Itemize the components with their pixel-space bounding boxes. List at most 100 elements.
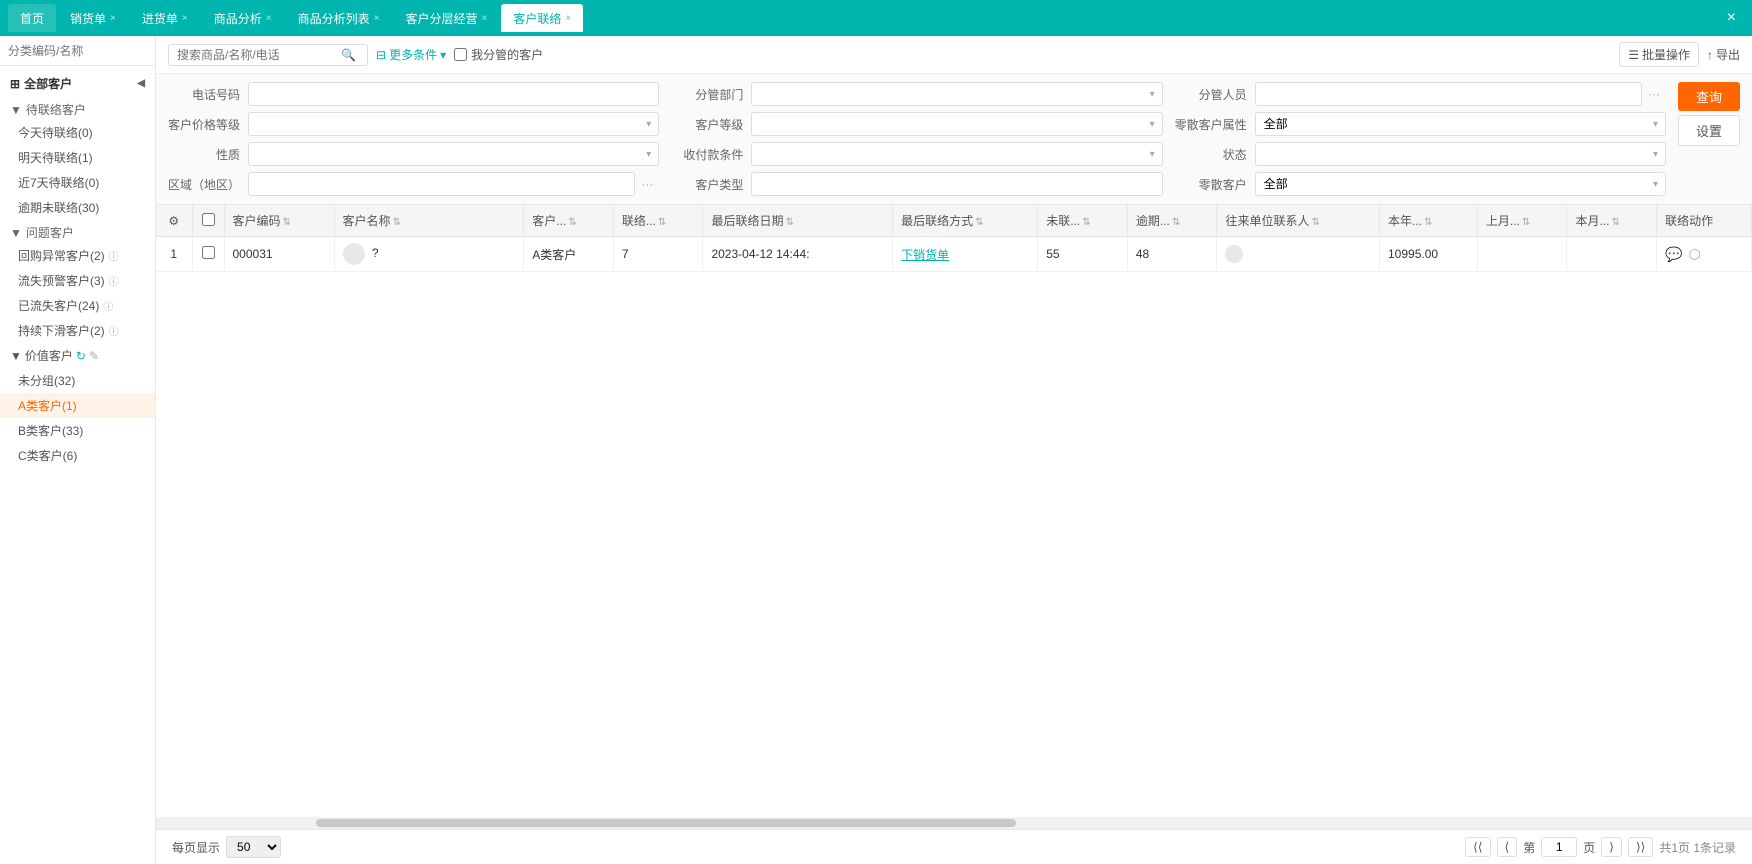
tab-customer-contact-close[interactable]: ×	[565, 13, 571, 24]
status-select[interactable]	[1255, 142, 1666, 166]
row-type: A类客户	[524, 237, 614, 272]
sort-not-contacted[interactable]: ⇅	[1082, 217, 1090, 228]
next-page-button[interactable]: ⟩	[1601, 837, 1622, 857]
table-header-gear[interactable]: ⚙	[156, 205, 192, 237]
window-close-button[interactable]: ×	[1719, 9, 1744, 27]
row-company-contact	[1217, 237, 1380, 272]
tab-sales-close[interactable]: ×	[110, 13, 116, 24]
person-input[interactable]	[1255, 82, 1642, 106]
filter-search-input[interactable]	[177, 48, 337, 62]
tab-home[interactable]: 首页	[8, 4, 56, 32]
tab-goods-list-close[interactable]: ×	[374, 13, 380, 24]
person-dots-icon[interactable]: ···	[1642, 87, 1666, 101]
sidebar-item-churned[interactable]: 已流失客户(24) ⓘ	[0, 293, 155, 318]
sort-contact-count[interactable]: ⇅	[658, 217, 666, 228]
sidebar-item-tomorrow-pending[interactable]: 明天待联络(1)	[0, 145, 155, 170]
row-code: 000031	[224, 237, 334, 272]
nature-select[interactable]	[248, 142, 659, 166]
select-all-checkbox[interactable]	[202, 213, 215, 226]
retail-attr-select[interactable]: 全部	[1255, 112, 1666, 136]
sort-current-year[interactable]: ⇅	[1424, 217, 1432, 228]
sidebar-item-c-class[interactable]: C类客户(6)	[0, 443, 155, 468]
my-customers-filter[interactable]: 我分管的客户	[454, 46, 543, 63]
sidebar-item-a-class[interactable]: A类客户(1)	[0, 393, 155, 418]
collapse-icon: ◀	[137, 78, 145, 89]
sort-code[interactable]: ⇅	[283, 217, 291, 228]
first-page-button[interactable]: ⟨⟨	[1465, 837, 1490, 857]
sort-last-method[interactable]: ⇅	[975, 217, 983, 228]
sidebar-item-b-class[interactable]: B类客户(33)	[0, 418, 155, 443]
my-customers-checkbox[interactable]	[454, 48, 467, 61]
retail-customer-select[interactable]: 全部	[1255, 172, 1666, 196]
last-method-link[interactable]: 下销货单	[901, 248, 949, 262]
edit-icon[interactable]: ✎	[89, 349, 99, 363]
sidebar-search-bar: 🔍	[0, 36, 155, 66]
value-customers-group: ▼ 价值客户 ↻ ✎	[0, 343, 155, 368]
tab-customer-contact[interactable]: 客户联络 ×	[501, 4, 583, 32]
phone-label: 电话号码	[168, 86, 248, 103]
export-button[interactable]: ↑ 导出	[1707, 46, 1740, 63]
sort-company-contact[interactable]: ⇅	[1311, 217, 1319, 228]
payment-select[interactable]	[751, 142, 1162, 166]
tab-customer-tier[interactable]: 客户分层经营 ×	[393, 4, 499, 32]
sort-last-month[interactable]: ⇅	[1522, 217, 1530, 228]
tab-goods-analysis[interactable]: 商品分析 ×	[202, 4, 284, 32]
payment-label: 收付款条件	[671, 146, 751, 163]
row-name: ?	[334, 237, 524, 272]
sort-type[interactable]: ⇅	[568, 217, 576, 228]
refresh-icon[interactable]: ↻	[76, 349, 86, 363]
table-header-type: 客户...⇅	[524, 205, 614, 237]
per-page-select[interactable]: 50 20 100	[226, 836, 281, 858]
sort-name[interactable]: ⇅	[393, 217, 401, 228]
table-header-checkbox[interactable]	[192, 205, 224, 237]
table-header-current-year: 本年...⇅	[1380, 205, 1478, 237]
sidebar-all-customers-header[interactable]: ⊞ 全部客户 ◀	[0, 70, 155, 97]
sort-overdue[interactable]: ⇅	[1172, 217, 1180, 228]
filter-more-conditions[interactable]: ⊟ 更多条件 ▾	[376, 46, 446, 63]
sidebar-search-input[interactable]	[8, 44, 156, 58]
filter-search-icon[interactable]: 🔍	[341, 48, 356, 62]
settings-button[interactable]: 设置	[1678, 115, 1740, 146]
sidebar-item-declining[interactable]: 持续下滑客户(2) ⓘ	[0, 318, 155, 343]
sidebar-item-today-pending[interactable]: 今天待联络(0)	[0, 120, 155, 145]
phone-input[interactable]	[248, 82, 659, 106]
connect-action-icon[interactable]: ⬡	[1689, 246, 1701, 263]
region-dots-icon[interactable]: ···	[635, 177, 659, 191]
filter-field-customer-level: 客户等级 ▾	[671, 112, 1162, 136]
last-page-button[interactable]: ⟩⟩	[1628, 837, 1653, 857]
page-number-input[interactable]	[1541, 837, 1577, 857]
tab-purchase-close[interactable]: ×	[182, 13, 188, 24]
tab-goods-list[interactable]: 商品分析列表 ×	[286, 4, 392, 32]
info-icon-1: ⓘ	[109, 248, 119, 263]
sidebar-item-ungrouped[interactable]: 未分组(32)	[0, 368, 155, 393]
table-header-contact-count: 联络...⇅	[613, 205, 703, 237]
sidebar-item-repurchase-abnormal[interactable]: 回购异常客户(2) ⓘ	[0, 243, 155, 268]
sidebar-item-overdue-pending[interactable]: 逾期未联络(30)	[0, 195, 155, 220]
batch-operation-button[interactable]: ☰ 批量操作	[1619, 42, 1699, 67]
tab-purchase[interactable]: 进货单 ×	[130, 4, 200, 32]
sort-this-month[interactable]: ⇅	[1611, 217, 1619, 228]
total-records: 共1页 1条记录	[1659, 839, 1736, 856]
region-input[interactable]	[248, 172, 635, 196]
filter-search-box: 🔍	[168, 44, 368, 66]
customer-level-label: 客户等级	[671, 116, 751, 133]
tab-goods-analysis-close[interactable]: ×	[266, 13, 272, 24]
filter-field-person: 分管人员 ···	[1175, 82, 1666, 106]
horizontal-scrollbar[interactable]	[156, 817, 1752, 829]
filter-field-retail-customer: 零散客户 全部 ▾	[1175, 172, 1666, 196]
customer-level-select[interactable]	[751, 112, 1162, 136]
query-button[interactable]: 查询	[1678, 82, 1740, 111]
region-label: 区域（地区）	[168, 176, 248, 193]
message-action-icon[interactable]: 💬	[1665, 246, 1682, 263]
prev-page-button[interactable]: ⟨	[1497, 837, 1518, 857]
customer-type-input[interactable]	[751, 172, 1162, 196]
sidebar-item-churn-warning[interactable]: 流失预警客户(3) ⓘ	[0, 268, 155, 293]
row-checkbox[interactable]	[202, 246, 215, 259]
price-level-select[interactable]	[248, 112, 659, 136]
tab-customer-tier-close[interactable]: ×	[481, 13, 487, 24]
scrollbar-thumb[interactable]	[316, 819, 1016, 827]
tab-sales[interactable]: 销货单 ×	[58, 4, 128, 32]
dept-select[interactable]	[751, 82, 1162, 106]
sort-last-date[interactable]: ⇅	[785, 217, 793, 228]
sidebar-item-7day-pending[interactable]: 近7天待联络(0)	[0, 170, 155, 195]
